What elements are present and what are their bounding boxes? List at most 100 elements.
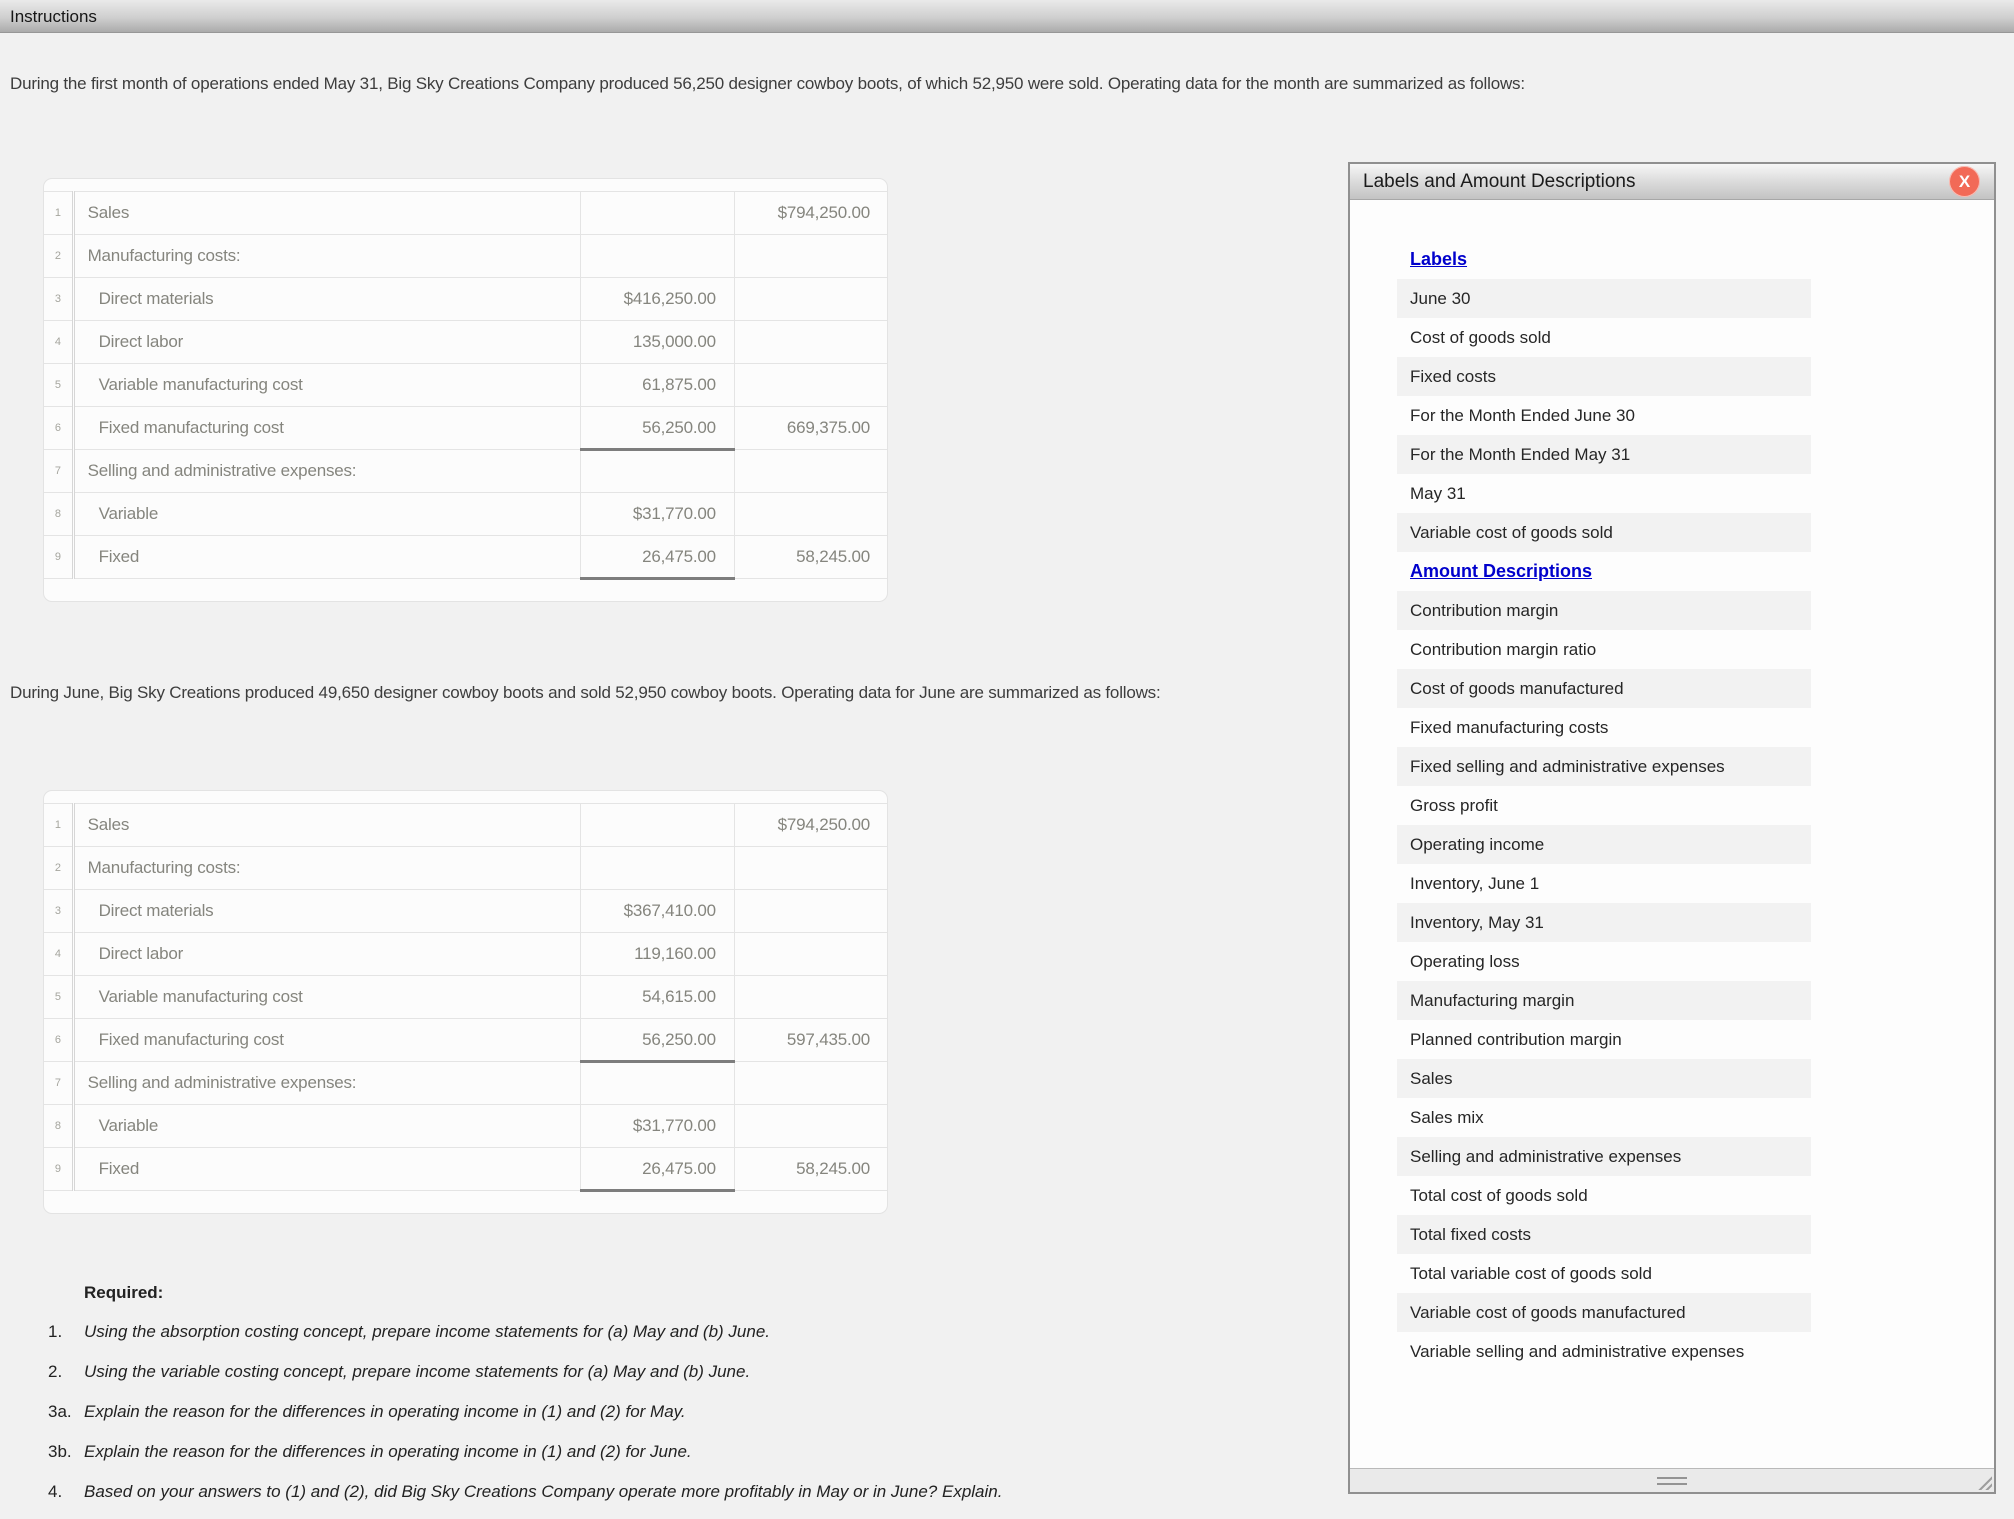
amount-column-2: $794,250.00 [734,191,887,235]
required-item-text: Based on your answers to (1) and (2), di… [84,1482,1003,1501]
amount-description-list-item[interactable]: Total cost of goods sold [1397,1176,1811,1215]
required-item-text: Explain the reason for the differences i… [84,1442,692,1461]
amount-column-2: 669,375.00 [734,406,887,450]
close-icon[interactable]: X [1949,166,1980,197]
amount-description-list-item[interactable]: Sales [1397,1059,1811,1098]
amount-description-list-item[interactable]: Variable cost of goods manufactured [1397,1293,1811,1332]
row-number: 1 [44,191,75,235]
amount-column-1 [580,1061,735,1105]
label-list-item[interactable]: For the Month Ended May 31 [1397,435,1811,474]
instructions-title: Instructions [10,7,97,26]
intro-paragraph-june: During June, Big Sky Creations produced … [10,683,1161,702]
instructions-header: Instructions [0,0,2014,33]
amount-description-list-item[interactable]: Fixed manufacturing costs [1397,708,1811,747]
label-list-item[interactable]: May 31 [1397,474,1811,513]
row-label: Sales [73,803,582,847]
table-row: 1 Sales $794,250.00 [44,803,887,847]
required-item-number: 3b. [48,1442,72,1461]
table-row: 9 Fixed 26,475.00 58,245.00 [44,1147,887,1192]
table-row: 4 Direct labor 119,160.00 [44,932,887,976]
row-label: Variable [73,492,582,536]
amount-description-list-item[interactable]: Inventory, June 1 [1397,864,1811,903]
labels-list: June 30 Cost of goods sold Fixed costs F… [1397,279,1811,552]
label-list-item[interactable]: Variable cost of goods sold [1397,513,1811,552]
required-item: 2. Using the variable costing concept, pr… [10,1362,1330,1383]
amount-column-2 [734,846,887,890]
labels-link[interactable]: Labels [1410,249,1467,269]
row-number: 3 [44,277,75,321]
amount-description-list-item[interactable]: Fixed selling and administrative expense… [1397,747,1811,786]
amount-description-list-item[interactable]: Variable selling and administrative expe… [1397,1332,1811,1371]
row-number: 2 [44,234,75,278]
label-list-item[interactable]: Fixed costs [1397,357,1811,396]
row-label: Fixed [73,535,582,579]
amount-column-2 [734,932,887,976]
amount-column-1 [580,449,735,493]
table-row: 9 Fixed 26,475.00 58,245.00 [44,535,887,580]
amount-column-1: 56,250.00 [580,406,735,451]
amount-description-list-item[interactable]: Total fixed costs [1397,1215,1811,1254]
table-row: 2 Manufacturing costs: [44,234,887,278]
row-label: Manufacturing costs: [73,846,582,890]
june-operating-data-table: 1 Sales $794,250.00 2 Manufacturing cost… [43,790,888,1214]
table-row: 8 Variable $31,770.00 [44,1104,887,1148]
amount-column-2: 597,435.00 [734,1018,887,1062]
amount-description-list-item[interactable]: Sales mix [1397,1098,1811,1137]
amount-column-1: $367,410.00 [580,889,735,933]
resize-grip-icon[interactable] [1976,1474,1992,1490]
amount-description-list-item[interactable]: Contribution margin [1397,591,1811,630]
amount-description-list-item[interactable]: Selling and administrative expenses [1397,1137,1811,1176]
amount-description-list-item[interactable]: Gross profit [1397,786,1811,825]
table-row: 5 Variable manufacturing cost 54,615.00 [44,975,887,1019]
table-row: 6 Fixed manufacturing cost 56,250.00 597… [44,1018,887,1063]
panel-title-bar[interactable]: Labels and Amount Descriptions X [1350,164,1994,200]
amount-column-2 [734,277,887,321]
row-label: Direct materials [73,277,582,321]
row-number: 7 [44,1061,75,1105]
amount-column-2 [734,363,887,407]
panel-footer [1350,1468,1994,1492]
amount-column-2: $794,250.00 [734,803,887,847]
row-number: 6 [44,406,75,450]
amount-description-list-item[interactable]: Planned contribution margin [1397,1020,1811,1059]
row-label: Variable manufacturing cost [73,363,582,407]
table-row: 6 Fixed manufacturing cost 56,250.00 669… [44,406,887,451]
required-item: 3a. Explain the reason for the difference… [10,1402,1330,1423]
row-number: 8 [44,492,75,536]
amount-column-2 [734,889,887,933]
amount-column-2 [734,492,887,536]
table-row: 3 Direct materials $367,410.00 [44,889,887,933]
amount-column-1: 26,475.00 [580,535,735,580]
row-number: 6 [44,1018,75,1062]
amount-descriptions-link[interactable]: Amount Descriptions [1410,561,1592,581]
table-row: 7 Selling and administrative expenses: [44,449,887,493]
amount-column-2 [734,975,887,1019]
row-number: 7 [44,449,75,493]
required-item-text: Using the variable costing concept, prep… [84,1362,751,1381]
amount-description-list-item[interactable]: Inventory, May 31 [1397,903,1811,942]
required-item-text: Using the absorption costing concept, pr… [84,1322,771,1341]
amount-description-list-item[interactable]: Operating loss [1397,942,1811,981]
labels-amount-descriptions-panel: Labels and Amount Descriptions X Labels … [1348,162,1996,1494]
required-item: 1. Using the absorption costing concept, … [10,1322,1330,1343]
row-label: Fixed [73,1147,582,1191]
amount-column-1 [580,234,735,278]
amount-description-list-item[interactable]: Manufacturing margin [1397,981,1811,1020]
label-list-item[interactable]: For the Month Ended June 30 [1397,396,1811,435]
amount-column-2 [734,234,887,278]
required-item: 4. Based on your answers to (1) and (2), … [10,1482,1330,1503]
amount-description-list-item[interactable]: Contribution margin ratio [1397,630,1811,669]
drag-handle-icon[interactable] [1657,1477,1687,1485]
amount-descriptions-section-heading: Amount Descriptions [1350,552,1994,591]
row-number: 2 [44,846,75,890]
amount-description-list-item[interactable]: Cost of goods manufactured [1397,669,1811,708]
amount-description-list-item[interactable]: Operating income [1397,825,1811,864]
label-list-item[interactable]: Cost of goods sold [1397,318,1811,357]
amount-column-1: $31,770.00 [580,1104,735,1148]
table-row: 4 Direct labor 135,000.00 [44,320,887,364]
required-section: Required: 1. Using the absorption costing… [10,1283,1330,1519]
amount-description-list-item[interactable]: Total variable cost of goods sold [1397,1254,1811,1293]
row-label: Variable manufacturing cost [73,975,582,1019]
row-label: Selling and administrative expenses: [73,449,582,493]
label-list-item[interactable]: June 30 [1397,279,1811,318]
